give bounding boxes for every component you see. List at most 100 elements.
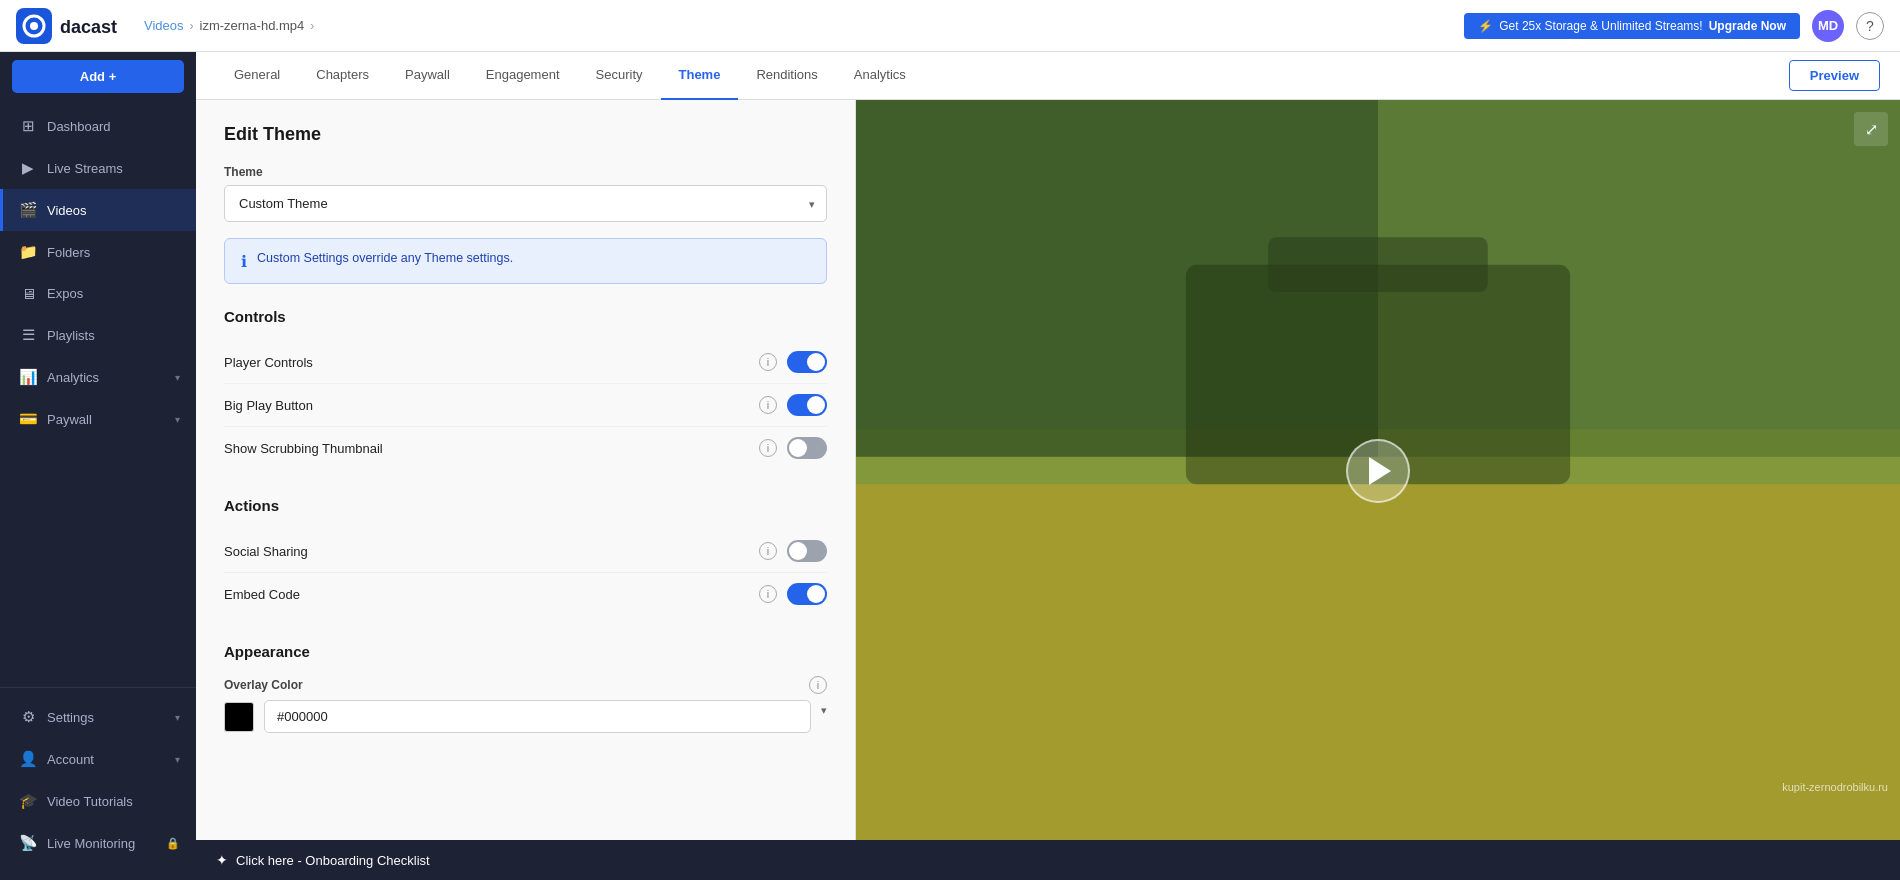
toggle-label-wrap: Show Scrubbing Thumbnail [224,441,383,456]
add-button[interactable]: Add + [12,60,184,93]
toggle-knob [807,353,825,371]
upgrade-banner[interactable]: ⚡ Get 25x Storage & Unlimited Streams! U… [1464,13,1800,39]
overlay-color-input[interactable] [264,700,811,733]
breadcrumb-file: izm-zerna-hd.mp4 [200,18,305,33]
tab-security[interactable]: Security [578,52,661,100]
embed-code-toggle[interactable] [787,583,827,605]
upgrade-text: Get 25x Storage & Unlimited Streams! [1499,19,1702,33]
color-swatch[interactable] [224,702,254,732]
controls-section: Controls Player Controls i [224,308,827,469]
show-scrubbing-thumbnail-label: Show Scrubbing Thumbnail [224,441,383,456]
show-scrubbing-thumbnail-toggle[interactable] [787,437,827,459]
tab-engagement[interactable]: Engagement [468,52,578,100]
preview-button[interactable]: Preview [1789,60,1880,91]
tab-general[interactable]: General [216,52,298,100]
sidebar-nav: ⊞ Dashboard ▶ Live Streams 🎬 Videos 📁 Fo… [0,101,196,687]
upgrade-cta[interactable]: Upgrade Now [1709,19,1786,33]
account-icon: 👤 [19,750,37,768]
tab-analytics[interactable]: Analytics [836,52,924,100]
big-play-button-toggle[interactable] [787,394,827,416]
analytics-icon: 📊 [19,368,37,386]
controls-title: Controls [224,308,827,325]
actions-title: Actions [224,497,827,514]
video-play-overlay [1346,439,1410,503]
sidebar-item-label: Videos [47,203,87,218]
content-area: General Chapters Paywall Engagement Secu… [196,52,1900,880]
sidebar-item-playlists[interactable]: ☰ Playlists [0,314,196,356]
tab-theme[interactable]: Theme [661,52,739,100]
sidebar-item-account[interactable]: 👤 Account ▾ [0,738,196,780]
toggle-row-social-sharing: Social Sharing i [224,530,827,573]
help-button[interactable]: ? [1856,12,1884,40]
info-circle-scrubbing[interactable]: i [759,439,777,457]
toggle-knob [789,542,807,560]
tab-renditions[interactable]: Renditions [738,52,835,100]
sidebar-item-label: Live Streams [47,161,123,176]
sidebar-item-label: Dashboard [47,119,111,134]
tabs: General Chapters Paywall Engagement Secu… [216,52,924,100]
share-button[interactable]: ⤢ [1854,112,1888,146]
theme-select-wrapper: Custom Theme Default Dark Light ▾ [224,185,827,222]
sidebar-item-expos[interactable]: 🖥 Expos [0,273,196,314]
sidebar-item-dashboard[interactable]: ⊞ Dashboard [0,105,196,147]
play-circle[interactable] [1346,439,1410,503]
sidebar-item-label: Paywall [47,412,92,427]
tab-paywall[interactable]: Paywall [387,52,468,100]
info-circle-embed-code[interactable]: i [759,585,777,603]
sidebar-bottom: ⚙ Settings ▾ 👤 Account ▾ 🎓 Video Tutoria… [0,687,196,880]
info-circle-overlay-color[interactable]: i [809,676,827,694]
sidebar-item-videos[interactable]: 🎬 Videos [0,189,196,231]
toggle-row-player-controls: Player Controls i [224,341,827,384]
social-sharing-label: Social Sharing [224,544,308,559]
theme-label: Theme [224,165,827,179]
tab-chapters[interactable]: Chapters [298,52,387,100]
sidebar-item-settings[interactable]: ⚙ Settings ▾ [0,696,196,738]
info-circle-big-play-button[interactable]: i [759,396,777,414]
big-play-button-label: Big Play Button [224,398,313,413]
video-frame: ⤢ kupit-zernodrobilku.ru [856,100,1900,841]
sidebar-item-live-monitoring[interactable]: 📡 Live Monitoring 🔒 [0,822,196,864]
sidebar-item-folders[interactable]: 📁 Folders [0,231,196,273]
page-title: Edit Theme [224,124,827,145]
sidebar-item-video-tutorials[interactable]: 🎓 Video Tutorials [0,780,196,822]
breadcrumb: Videos › izm-zerna-hd.mp4 › [144,18,314,33]
sidebar-item-live-streams[interactable]: ▶ Live Streams [0,147,196,189]
toggle-row-big-play-button: Big Play Button i [224,384,827,427]
svg-point-2 [30,22,38,30]
upgrade-icon: ⚡ [1478,19,1493,33]
actions-section: Actions Social Sharing i [224,497,827,615]
breadcrumb-separator: › [190,19,194,33]
onboarding-bar[interactable]: ✦ Click here - Onboarding Checklist [196,840,1900,880]
sidebar: Add + ⊞ Dashboard ▶ Live Streams 🎬 Video… [0,52,196,880]
player-controls-toggle[interactable] [787,351,827,373]
sidebar-item-analytics[interactable]: 📊 Analytics ▾ [0,356,196,398]
sidebar-item-label: Account [47,752,94,767]
sidebar-item-paywall[interactable]: 💳 Paywall ▾ [0,398,196,440]
theme-select[interactable]: Custom Theme Default Dark Light [224,185,827,222]
info-circle-player-controls[interactable]: i [759,353,777,371]
social-sharing-toggle[interactable] [787,540,827,562]
onboarding-icon: ✦ [216,852,228,868]
folders-icon: 📁 [19,243,37,261]
toggle-label-wrap: Social Sharing [224,544,308,559]
breadcrumb-videos-link[interactable]: Videos [144,18,184,33]
info-circle-social-sharing[interactable]: i [759,542,777,560]
info-icon: ℹ [241,252,247,271]
live-monitoring-icon: 📡 [19,834,37,852]
top-bar: dacast Videos › izm-zerna-hd.mp4 › ⚡ Get… [0,0,1900,52]
breadcrumb-separator2: › [310,19,314,33]
toggle-right: i [759,583,827,605]
lock-icon: 🔒 [166,837,180,850]
videos-icon: 🎬 [19,201,37,219]
tab-bar: General Chapters Paywall Engagement Secu… [196,52,1900,100]
sidebar-item-label: Settings [47,710,94,725]
overlay-color-label: Overlay Color [224,678,303,692]
toggle-label-wrap: Embed Code [224,587,300,602]
chevron-down-icon: ▾ [821,704,827,717]
toggle-knob [789,439,807,457]
playlists-icon: ☰ [19,326,37,344]
color-row: ▾ [224,700,827,733]
watermark: kupit-zernodrobilku.ru [1782,781,1888,793]
top-bar-left: dacast Videos › izm-zerna-hd.mp4 › [16,8,314,44]
avatar[interactable]: MD [1812,10,1844,42]
